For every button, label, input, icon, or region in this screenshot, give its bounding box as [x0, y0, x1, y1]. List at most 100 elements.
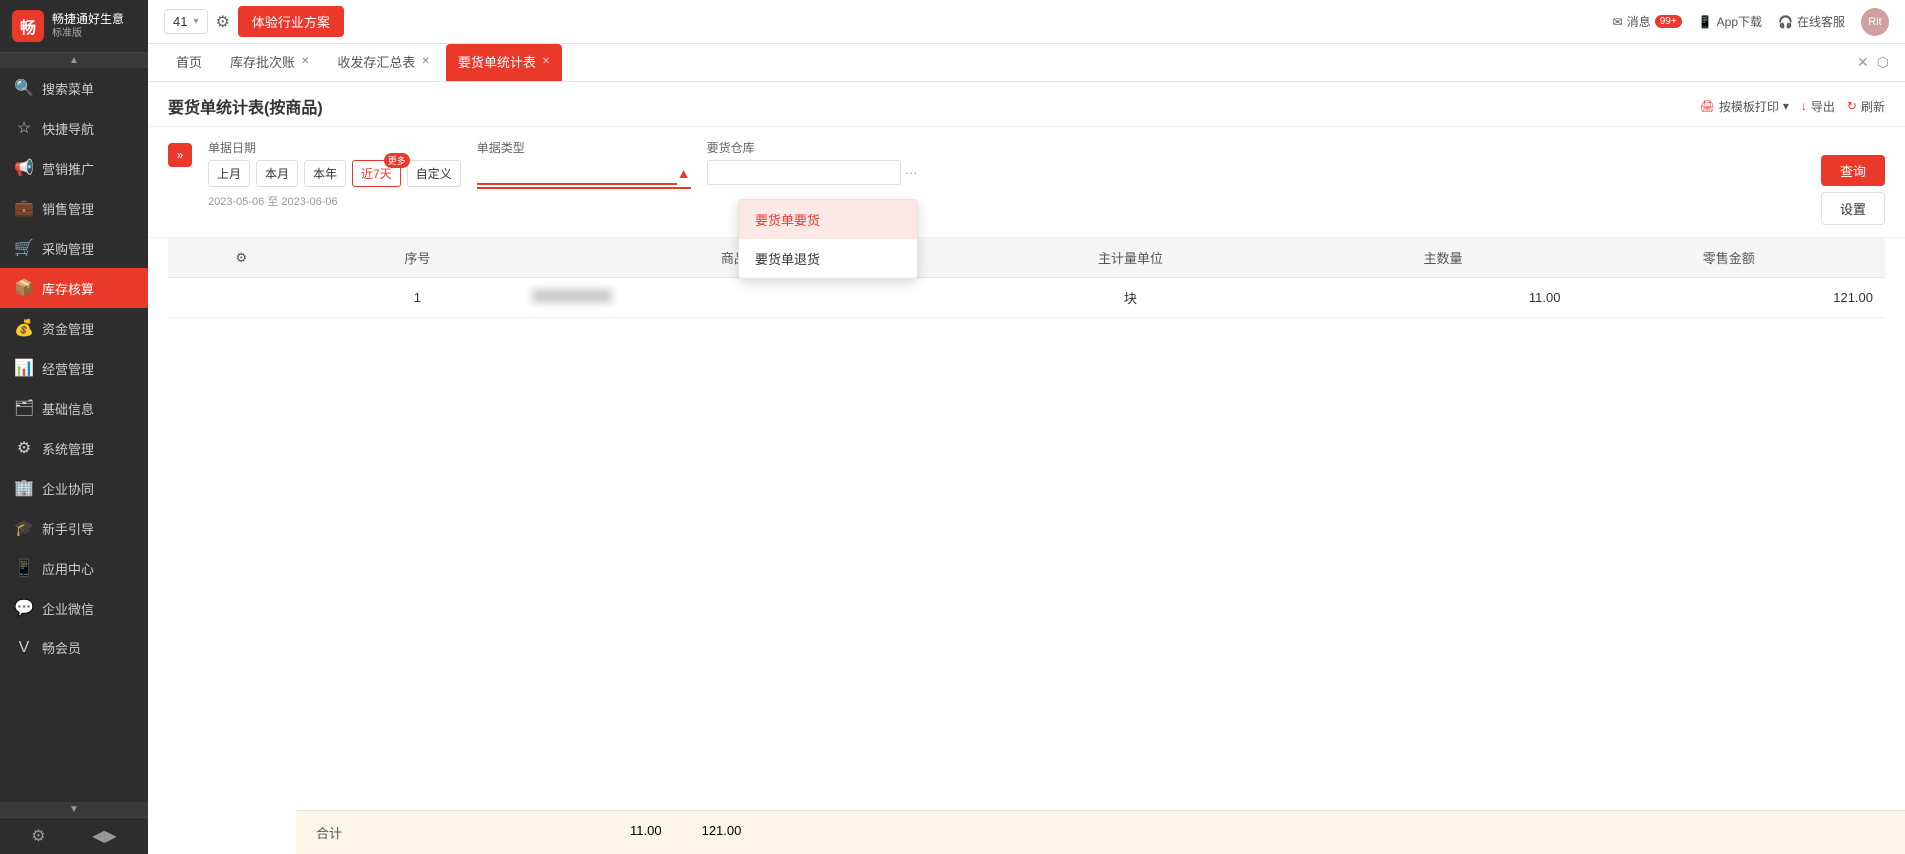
date-year-btn[interactable]: 本年 [304, 160, 346, 187]
refresh-label: 刷新 [1861, 98, 1885, 115]
sidebar-item-operation[interactable]: 📊 经营管理 [0, 348, 148, 388]
filter-bar: » 单据日期 上月 本月 本年 近7天 更多 自定义 2023-05-06 至 … [148, 127, 1905, 238]
dropdown-item-request-deliver[interactable]: 要货单要货 [739, 200, 917, 239]
sidebar-item-search[interactable]: 🔍 搜索菜单 [0, 68, 148, 108]
footer-total-label: 合计 [316, 823, 350, 842]
close-icon[interactable]: ✕ [421, 56, 429, 67]
store-selector[interactable]: 41 ▾ [164, 9, 208, 34]
sidebar-item-guide[interactable]: 🎓 新手引导 [0, 508, 148, 548]
sidebar-item-quicknav[interactable]: ☆ 快捷导航 [0, 108, 148, 148]
type-filter-input[interactable] [477, 160, 677, 185]
collapse-icon[interactable]: ◀▶ [92, 826, 117, 846]
filter-toggle[interactable]: » [168, 143, 192, 167]
close-icon[interactable]: ✕ [301, 56, 309, 67]
sidebar-item-finance[interactable]: 💰 资金管理 [0, 308, 148, 348]
type-filter-row: ▲ [477, 160, 691, 189]
avatar[interactable]: Rit [1861, 8, 1889, 36]
index-col-header: 序号 [315, 238, 521, 278]
avatar-text: Rit [1868, 16, 1881, 28]
amount-col-header: 零售金额 [1573, 238, 1886, 278]
sidebar-item-label: 经营管理 [42, 359, 94, 378]
service-button[interactable]: 🎧 在线客服 [1778, 13, 1845, 30]
sidebar-item-label: 基础信息 [42, 399, 94, 418]
filter-actions: 查询 设置 [1821, 155, 1885, 225]
sidebar-item-label: 系统管理 [42, 439, 94, 458]
settings-col-icon: ⚙ [235, 250, 247, 265]
table-body: 1 块 11.00 121.00 [168, 278, 1885, 318]
wechat-icon: 💬 [14, 598, 34, 618]
warehouse-filter-group: 要货仓库 ··· [707, 139, 918, 185]
sidebar-item-marketing[interactable]: 📢 营销推广 [0, 148, 148, 188]
date-week7-btn[interactable]: 近7天 更多 [352, 160, 401, 187]
date-prev-btn[interactable]: 上月 [208, 160, 250, 187]
more-options-icon[interactable]: ··· [905, 165, 918, 180]
dropdown-item-request-return[interactable]: 要货单退货 [739, 239, 917, 278]
sidebar-item-label: 采购管理 [42, 239, 94, 258]
tabbar-expand[interactable]: ⬡ [1877, 54, 1889, 71]
sidebar-scroll-up[interactable]: ▲ [0, 53, 148, 68]
refresh-button[interactable]: ↻ 刷新 [1847, 98, 1885, 115]
print-button[interactable]: 🖨 按模板打印 ▾ [1700, 98, 1789, 115]
print-label: 按模板打印 [1719, 98, 1779, 115]
marketing-icon: 📢 [14, 158, 34, 178]
settings-col-header[interactable]: ⚙ [168, 238, 315, 278]
export-button[interactable]: ↓ 导出 [1801, 98, 1835, 115]
tab-home[interactable]: 首页 [164, 44, 214, 81]
query-button[interactable]: 查询 [1821, 155, 1885, 186]
sidebar-scroll-down[interactable]: ▼ [0, 802, 148, 817]
sidebar-item-enterprise[interactable]: 🏢 企业协同 [0, 468, 148, 508]
tab-batch[interactable]: 库存批次账 ✕ [218, 44, 321, 81]
toggle-icon: » [177, 148, 184, 162]
tab-summary[interactable]: 收发存汇总表 ✕ [325, 44, 441, 81]
sidebar-item-appstore[interactable]: 📱 应用中心 [0, 548, 148, 588]
sidebar-item-inventory[interactable]: 📦 库存核算 [0, 268, 148, 308]
row-amount: 121.00 [1573, 278, 1886, 318]
sidebar: 畅 畅捷通好生意 标准版 ▲ 🔍 搜索菜单 ☆ 快捷导航 📢 营销推广 💼 销售… [0, 0, 148, 854]
data-table: ⚙ 序号 商品 主计量单位 主数量 零售金额 1 [168, 238, 1885, 318]
tab-summary-label: 收发存汇总表 [337, 52, 415, 71]
settings-footer-icon[interactable]: ⚙ [31, 826, 45, 846]
appstore-icon: 📱 [14, 558, 34, 578]
date-options: 上月 本月 本年 近7天 更多 自定义 [208, 160, 461, 187]
app-icon: 📱 [1698, 15, 1713, 29]
sidebar-item-system[interactable]: ⚙ 系统管理 [0, 428, 148, 468]
service-label: 在线客服 [1797, 13, 1845, 30]
refresh-icon: ↻ [1847, 99, 1857, 113]
members-icon: V [14, 639, 34, 657]
sidebar-item-label: 企业协同 [42, 479, 94, 498]
tab-request[interactable]: 要货单统计表 ✕ [446, 44, 562, 81]
message-button[interactable]: ✉ 消息 99+ [1613, 13, 1682, 30]
sidebar-item-purchase[interactable]: 🛒 采购管理 [0, 228, 148, 268]
type-dropdown: 要货单要货 要货单退货 [738, 199, 918, 279]
guide-icon: 🎓 [14, 518, 34, 538]
app-download-button[interactable]: 📱 App下载 [1698, 13, 1762, 30]
export-icon: ↓ [1801, 99, 1807, 113]
trial-button[interactable]: 体验行业方案 [238, 6, 344, 37]
sidebar-item-label: 库存核算 [42, 279, 94, 298]
basic-icon: 🗂 [14, 398, 34, 418]
inventory-icon: 📦 [14, 278, 34, 298]
date-custom-btn[interactable]: 自定义 [407, 160, 461, 187]
sidebar-item-members[interactable]: V 畅会员 [0, 628, 148, 667]
tab-home-label: 首页 [176, 52, 202, 71]
logo-icon: 畅 [12, 10, 44, 42]
app-label: App下载 [1717, 13, 1762, 30]
sidebar-item-basic[interactable]: 🗂 基础信息 [0, 388, 148, 428]
filter-settings-button[interactable]: 设置 [1821, 192, 1885, 225]
page-content: 要货单统计表(按商品) 🖨 按模板打印 ▾ ↓ 导出 ↻ 刷新 [148, 82, 1905, 854]
sidebar-item-wechat[interactable]: 💬 企业微信 [0, 588, 148, 628]
tabbar-close-all[interactable]: ✕ [1857, 54, 1869, 71]
settings-icon[interactable]: ⚙ [216, 12, 230, 32]
chevron-up-icon[interactable]: ▲ [677, 165, 691, 181]
operation-icon: 📊 [14, 358, 34, 378]
logo-name: 畅捷通好生意 [52, 12, 124, 28]
close-icon[interactable]: ✕ [542, 56, 550, 67]
row-index: 1 [315, 278, 521, 318]
date-cur-btn[interactable]: 本月 [256, 160, 298, 187]
export-label: 导出 [1811, 98, 1835, 115]
logo-sub: 标准版 [52, 27, 124, 40]
sidebar-item-sales[interactable]: 💼 销售管理 [0, 188, 148, 228]
tab-request-label: 要货单统计表 [458, 52, 536, 71]
purchase-icon: 🛒 [14, 238, 34, 258]
warehouse-filter-input[interactable] [707, 160, 901, 185]
